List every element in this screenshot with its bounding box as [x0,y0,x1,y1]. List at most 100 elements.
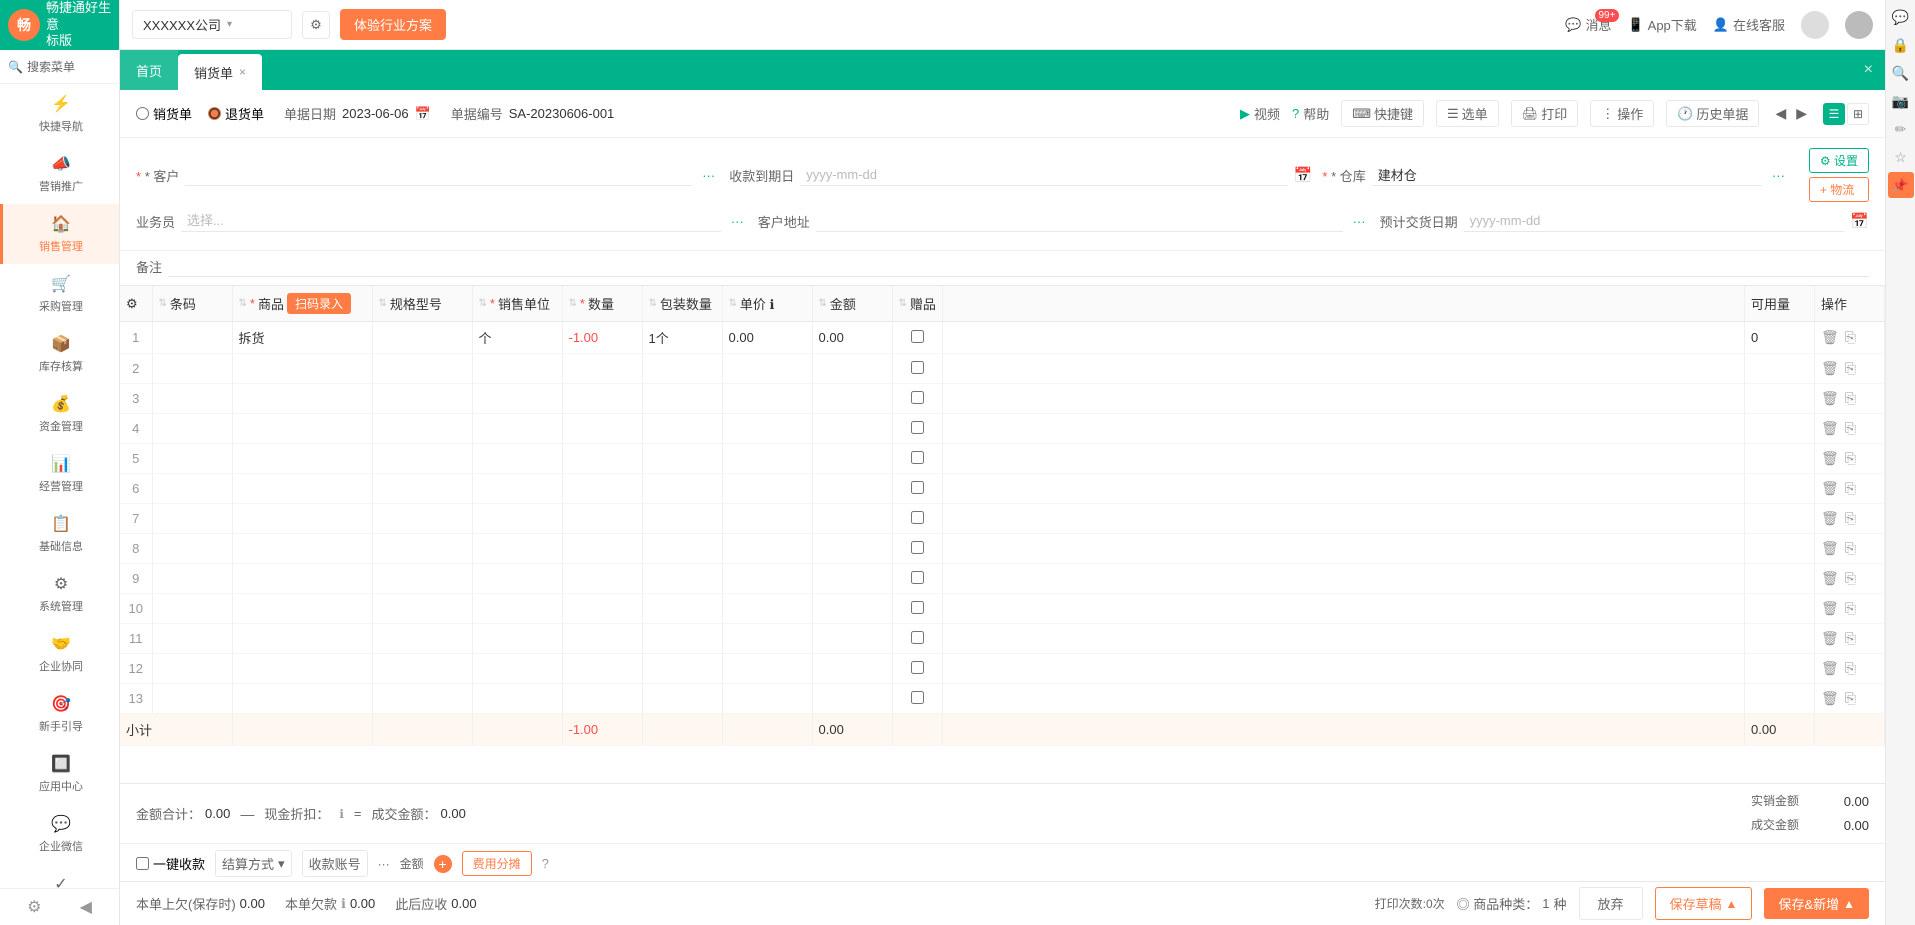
sidebar-item-apps[interactable]: 🔲 应用中心 [0,744,119,804]
right-panel-star-btn[interactable]: ☆ [1888,144,1914,170]
sidebar-item-member[interactable]: ✓ 畅会员 [0,864,119,888]
tabbar-close-btn[interactable]: × [1864,61,1873,79]
sidebar-item-business[interactable]: 📊 经营管理 [0,444,119,504]
logistics-btn[interactable]: + 物流 [1809,177,1869,202]
right-panel-edit-btn[interactable]: ✏ [1888,116,1914,142]
delivery-calendar-icon[interactable]: 📅 [1850,212,1869,230]
sidebar-item-marketing[interactable]: 📣 营销推广 [0,144,119,204]
save-draft-btn[interactable]: 保存草稿 ▲ [1655,887,1753,920]
sidebar-item-guide[interactable]: 🎯 新手引导 [0,684,119,744]
cell-gift[interactable] [892,384,942,414]
delete-icon[interactable]: 🗑 [1821,510,1839,527]
cell-gift[interactable] [892,322,942,354]
sidebar-collapse-btn[interactable]: ◀ [80,897,92,917]
company-select[interactable]: XXXXXX公司 ▾ [132,10,292,39]
right-panel-lock-btn[interactable]: 🔒 [1888,32,1914,58]
warehouse-input[interactable] [1372,164,1762,186]
cell-gift[interactable] [892,504,942,534]
amount-dots[interactable]: ··· [378,857,390,871]
copy-icon[interactable]: ⎘ [1845,570,1856,587]
user-avatar[interactable] [1801,11,1829,39]
cell-gift[interactable] [892,444,942,474]
warehouse-dots-btn[interactable]: ··· [1768,166,1789,185]
copy-icon[interactable]: ⎘ [1845,690,1856,707]
delete-icon[interactable]: 🗑 [1821,660,1839,677]
cell-gift[interactable] [892,564,942,594]
tab-home[interactable]: 首页 [120,50,178,90]
customer-addr-input[interactable] [816,210,1343,232]
sidebar-item-corp[interactable]: 🤝 企业协同 [0,624,119,684]
service-btn[interactable]: 👤 在线客服 [1713,15,1785,34]
delete-icon[interactable]: 🗑 [1821,450,1839,467]
account-input[interactable]: 收款账号 [302,850,368,877]
delete-icon[interactable]: 🗑 [1821,690,1839,707]
delete-icon[interactable]: 🗑 [1821,390,1839,407]
cell-gift[interactable] [892,474,942,504]
right-panel-chat-btn[interactable]: 💬 [1888,4,1914,30]
sidebar-item-system[interactable]: ⚙ 系统管理 [0,564,119,624]
prev-btn[interactable]: ◀ [1771,103,1790,124]
delete-icon[interactable]: 🗑 [1821,540,1839,557]
video-action[interactable]: ▶ 视频 [1240,104,1280,123]
copy-icon[interactable]: ⎘ [1845,630,1856,647]
tab-close-icon[interactable]: × [239,65,246,79]
settings-gear-btn[interactable]: ⚙ [302,11,330,39]
goods-type[interactable]: ◎ 商品种类： 1 种 [1457,894,1567,913]
scan-btn[interactable]: 扫码录入 [287,293,351,314]
copy-icon[interactable]: ⎘ [1845,510,1856,527]
expense-help-icon[interactable]: ? [542,856,549,871]
delete-icon[interactable]: 🗑 [1821,480,1839,497]
copy-icon[interactable]: ⎘ [1845,660,1856,677]
payment-method-select[interactable]: 结算方式 ▾ [215,850,292,877]
expense-btn[interactable]: 费用分摊 [462,851,532,876]
one-click-payment-checkbox[interactable]: 一键收款 [136,854,205,873]
sidebar-item-sales[interactable]: 🏠 销售管理 [0,204,119,264]
delete-icon[interactable]: 🗑 [1821,360,1839,377]
app-download-btn[interactable]: 📱 App下载 [1627,15,1696,34]
delete-icon[interactable]: 🗑 [1821,420,1839,437]
save-new-btn[interactable]: 保存&新增 ▲ [1764,888,1869,919]
copy-icon[interactable]: ⎘ [1845,600,1856,617]
due-date-input[interactable] [800,164,1287,186]
cell-gift[interactable] [892,684,942,714]
copy-icon[interactable]: ⎘ [1845,420,1856,437]
addr-dots-btn[interactable]: ··· [1349,212,1370,231]
sidebar-item-wechat[interactable]: 💬 企业微信 [0,804,119,864]
delete-icon[interactable]: 🗑 [1821,329,1839,346]
customer-dots-btn[interactable]: ··· [698,166,719,185]
discard-btn[interactable]: 放弃 [1579,887,1643,920]
user-avatar2[interactable] [1845,11,1873,39]
sidebar-item-basic[interactable]: 📋 基础信息 [0,504,119,564]
cell-gift[interactable] [892,624,942,654]
cell-gift[interactable] [892,654,942,684]
tab-sales-order[interactable]: 销货单 × [178,54,262,90]
delete-icon[interactable]: 🗑 [1821,630,1839,647]
operate-btn[interactable]: ⋮ 操作 [1590,100,1654,127]
cell-gift[interactable] [892,534,942,564]
shortcut-btn[interactable]: ⌨ 快捷键 [1341,100,1424,127]
grid-view-btn[interactable]: ⊞ [1847,103,1869,125]
form-settings-btn[interactable]: ⚙ 设置 [1809,148,1869,173]
sidebar-gear-btn[interactable]: ⚙ [27,897,41,917]
salesperson-dots-btn[interactable]: ··· [727,212,748,231]
sidebar-item-inventory[interactable]: 📦 库存核算 [0,324,119,384]
copy-icon[interactable]: ⎘ [1845,540,1856,557]
sidebar-item-purchase[interactable]: 🛒 采购管理 [0,264,119,324]
message-btn[interactable]: 💬 消息 99+ [1565,15,1611,34]
history-btn[interactable]: 🕐 历史单据 [1666,100,1759,127]
next-btn[interactable]: ▶ [1792,103,1811,124]
expected-delivery-input[interactable] [1464,210,1845,232]
copy-icon[interactable]: ⎘ [1845,480,1856,497]
copy-icon[interactable]: ⎘ [1845,390,1856,407]
trial-button[interactable]: 体验行业方案 [340,9,446,40]
delete-icon[interactable]: 🗑 [1821,570,1839,587]
right-panel-search-btn[interactable]: 🔍 [1888,60,1914,86]
copy-icon[interactable]: ⎘ [1845,360,1856,377]
calendar-icon[interactable]: 📅 [415,106,431,122]
add-payment-btn[interactable]: + [434,855,452,873]
cell-gift[interactable] [892,594,942,624]
help-action[interactable]: ? 帮助 [1292,104,1329,123]
list-view-btn[interactable]: ☰ [1823,103,1845,125]
radio-sales-order[interactable]: 销货单 [136,104,192,123]
customer-input[interactable] [185,164,692,186]
